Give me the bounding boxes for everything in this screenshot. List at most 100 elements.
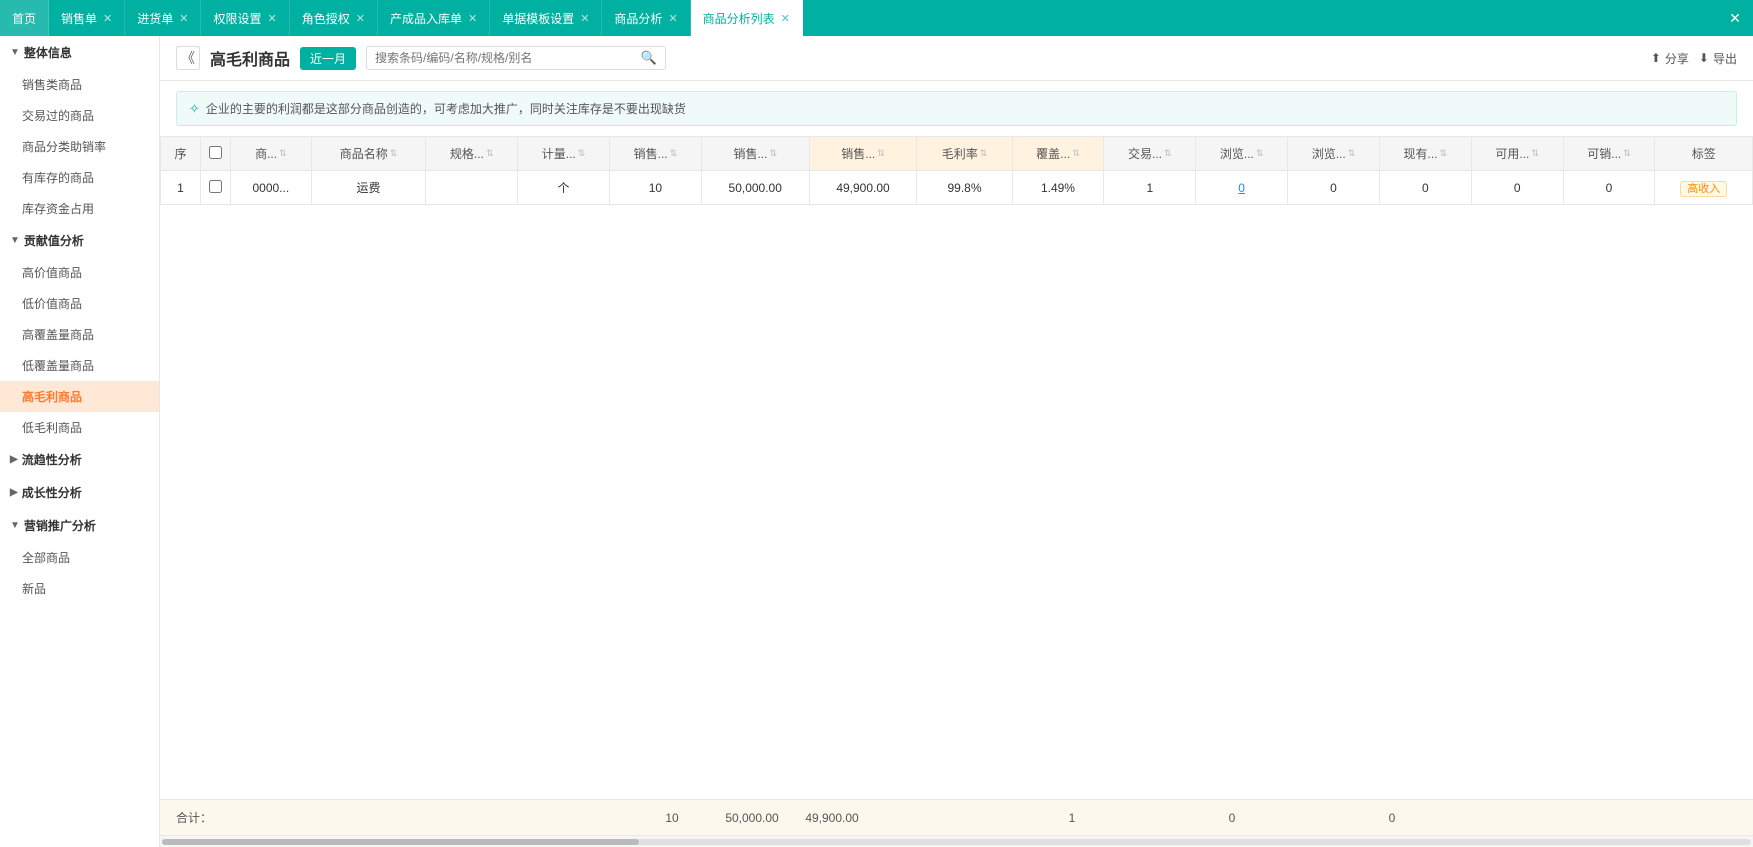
sidebar-group-overall[interactable]: ▼ 整体信息	[0, 36, 159, 69]
footer-stock-avail: 0	[1352, 811, 1432, 825]
col-header-sales-amount[interactable]: 销售... ⇅	[701, 137, 809, 171]
footer-label: 合计：	[176, 809, 212, 826]
tab-permission[interactable]: 权限设置 ✕	[201, 0, 289, 36]
sidebar-item-low-value[interactable]: 低价值商品	[0, 288, 159, 319]
cell-stock-now: 0	[1379, 171, 1471, 205]
cell-sales-cost: 49,900.00	[809, 171, 917, 205]
content-header: 《 高毛利商品 近一月 🔍 ⬆ 分享 ⬇ 导出	[160, 36, 1753, 81]
sidebar-item-new-goods[interactable]: 新品	[0, 573, 159, 604]
collapse-sidebar-button[interactable]: 《	[176, 46, 200, 70]
sidebar-item-stock-capital[interactable]: 库存资金占用	[0, 193, 159, 224]
sort-icon-sales-qty: ⇅	[670, 148, 678, 159]
close-tab-sales[interactable]: ✕	[103, 12, 112, 25]
tab-home[interactable]: 首页	[0, 0, 49, 36]
close-all-tabs[interactable]: ✕	[1717, 0, 1753, 36]
cell-spec	[426, 171, 518, 205]
col-header-stock-sale[interactable]: 可销... ⇅	[1563, 137, 1655, 171]
col-header-name[interactable]: 商品名称 ⇅	[311, 137, 426, 171]
close-tab-analysis-list[interactable]: ✕	[781, 12, 790, 25]
col-header-stock-now[interactable]: 现有... ⇅	[1379, 137, 1471, 171]
col-header-check	[201, 137, 231, 171]
footer-cell-empty3	[392, 811, 472, 825]
scroll-thumb[interactable]	[162, 839, 639, 845]
tab-analysis-list[interactable]: 商品分析列表 ✕	[691, 0, 803, 36]
col-header-stock-avail[interactable]: 可用... ⇅	[1471, 137, 1563, 171]
bottom-scrollbar[interactable]	[160, 835, 1753, 847]
arrow-contribution: ▼	[10, 235, 20, 246]
search-box: 🔍	[366, 46, 666, 70]
footer-browse2: 0	[1192, 811, 1272, 825]
col-header-browse1[interactable]: 浏览... ⇅	[1196, 137, 1288, 171]
tab-analysis[interactable]: 商品分析 ✕	[602, 0, 690, 36]
select-all-checkbox[interactable]	[209, 146, 222, 159]
table-footer: 合计： 10 50,000.00 49,900.00 1 0 0	[160, 799, 1753, 835]
sidebar-item-high-coverage[interactable]: 高覆盖量商品	[0, 319, 159, 350]
sidebar-item-high-value[interactable]: 高价值商品	[0, 257, 159, 288]
tab-template[interactable]: 单据模板设置 ✕	[490, 0, 602, 36]
footer-values: 10 50,000.00 49,900.00 1 0 0	[232, 811, 1737, 825]
page-title: 高毛利商品	[210, 46, 290, 70]
close-tab-role[interactable]: ✕	[356, 12, 365, 25]
time-filter-button[interactable]: 近一月	[300, 47, 356, 70]
tab-product-in[interactable]: 产成品入库单 ✕	[378, 0, 490, 36]
sidebar-group-marketing[interactable]: ▼ 营销推广分析	[0, 509, 159, 542]
close-tab-product-in[interactable]: ✕	[468, 12, 477, 25]
close-tab-analysis[interactable]: ✕	[668, 12, 677, 25]
tab-sales[interactable]: 销售单 ✕	[49, 0, 125, 36]
cell-check[interactable]	[201, 171, 231, 205]
sidebar-item-in-stock[interactable]: 有库存的商品	[0, 162, 159, 193]
cell-sales-qty: 10	[609, 171, 701, 205]
sidebar-group-growth[interactable]: ▶ 成长性分析	[0, 476, 159, 509]
scroll-track[interactable]	[162, 839, 1751, 845]
footer-browse1	[1112, 811, 1192, 825]
row-checkbox[interactable]	[209, 180, 222, 193]
info-banner: ✧ 企业的主要的利润都是这部分商品创造的，可考虑加大推广，同时关注库存是不要出现…	[176, 91, 1737, 126]
sidebar-item-sales-goods[interactable]: 销售类商品	[0, 69, 159, 100]
search-input[interactable]	[375, 51, 641, 65]
table-container: 序 商... ⇅ 商品名称	[160, 136, 1753, 799]
col-header-coverage[interactable]: 覆盖... ⇅	[1012, 137, 1104, 171]
close-tab-template[interactable]: ✕	[580, 12, 589, 25]
col-header-spec[interactable]: 规格... ⇅	[426, 137, 518, 171]
footer-sales-cost: 49,900.00	[792, 811, 872, 825]
col-header-unit[interactable]: 计量... ⇅	[518, 137, 610, 171]
sidebar-item-low-coverage[interactable]: 低覆盖量商品	[0, 350, 159, 381]
footer-cell-empty5	[552, 811, 632, 825]
cell-browse1[interactable]: 0	[1196, 171, 1288, 205]
col-header-trade[interactable]: 交易... ⇅	[1104, 137, 1196, 171]
sort-icon-name: ⇅	[390, 148, 398, 159]
arrow-trend: ▶	[10, 454, 18, 465]
sort-icon-unit: ⇅	[578, 148, 586, 159]
sort-icon-sales-cost: ⇅	[877, 148, 885, 159]
col-header-sales-cost[interactable]: 销售... ⇅	[809, 137, 917, 171]
tag-badge: 高收入	[1680, 181, 1727, 197]
tab-purchase[interactable]: 进货单 ✕	[125, 0, 201, 36]
export-button[interactable]: ⬇ 导出	[1699, 50, 1737, 67]
sidebar-item-all-goods[interactable]: 全部商品	[0, 542, 159, 573]
cell-browse2: 0	[1288, 171, 1380, 205]
sidebar-item-high-margin[interactable]: 高毛利商品	[0, 381, 159, 412]
col-header-browse2[interactable]: 浏览... ⇅	[1288, 137, 1380, 171]
close-tab-permission[interactable]: ✕	[268, 12, 277, 25]
col-header-code[interactable]: 商... ⇅	[231, 137, 312, 171]
share-button[interactable]: ⬆ 分享	[1651, 50, 1689, 67]
tab-role[interactable]: 角色授权 ✕	[290, 0, 378, 36]
close-tab-purchase[interactable]: ✕	[179, 12, 188, 25]
sidebar-item-category-rate[interactable]: 商品分类助销率	[0, 131, 159, 162]
sidebar-item-traded-goods[interactable]: 交易过的商品	[0, 100, 159, 131]
col-header-sales-qty[interactable]: 销售... ⇅	[609, 137, 701, 171]
footer-cell-empty2	[312, 811, 392, 825]
cell-stock-sale: 0	[1563, 171, 1655, 205]
sidebar-item-low-margin[interactable]: 低毛利商品	[0, 412, 159, 443]
sidebar-group-trend[interactable]: ▶ 流趋性分析	[0, 443, 159, 476]
arrow-marketing: ▼	[10, 520, 20, 531]
cell-unit: 个	[518, 171, 610, 205]
col-header-gross-rate[interactable]: 毛利率 ⇅	[917, 137, 1012, 171]
footer-trade: 1	[1032, 811, 1112, 825]
search-icon[interactable]: 🔍	[641, 50, 657, 66]
footer-cell-empty1	[232, 811, 312, 825]
sort-icon-trade: ⇅	[1164, 148, 1172, 159]
share-icon: ⬆	[1651, 51, 1661, 65]
sidebar-group-contribution[interactable]: ▼ 贡献值分析	[0, 224, 159, 257]
cell-name: 运费	[311, 171, 426, 205]
